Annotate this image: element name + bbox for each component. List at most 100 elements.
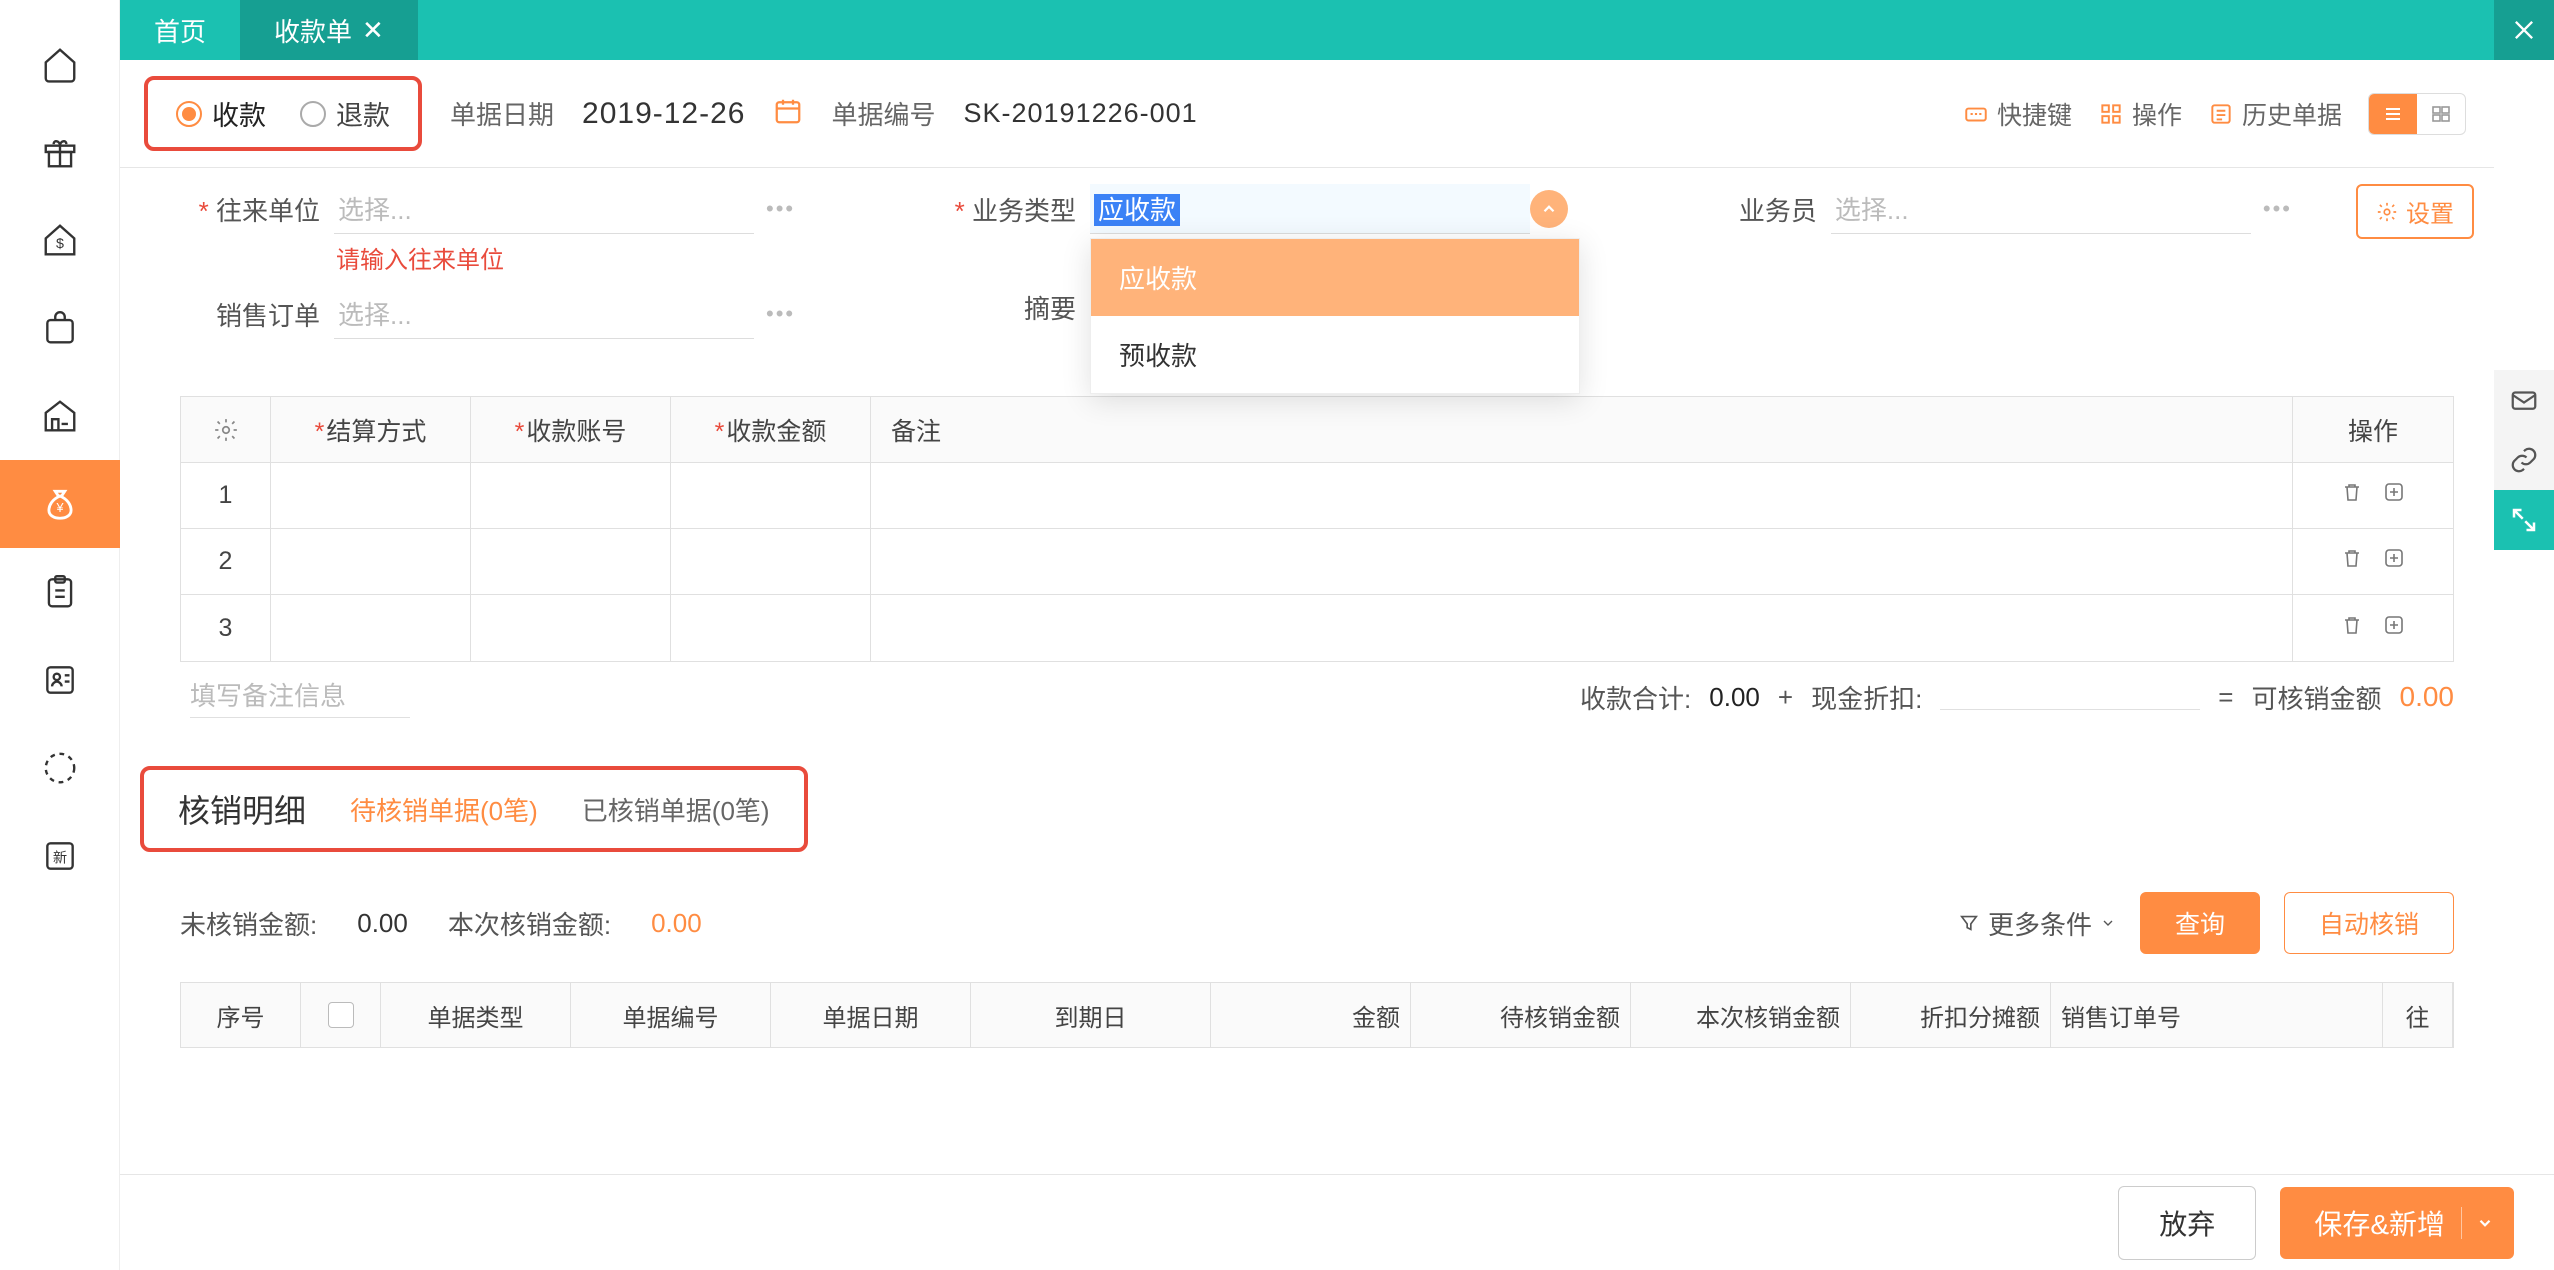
sum-value: 0.00 [1709, 682, 1760, 713]
discard-button[interactable]: 放弃 [2118, 1186, 2256, 1260]
sidebar-sync-icon[interactable] [0, 724, 120, 812]
detail-table: 结算方式 收款账号 收款金额 备注 操作 1 2 3 [180, 396, 2454, 662]
radio-receipt[interactable]: 收款 [176, 94, 266, 133]
wo-col-this: 本次核销金额 [1631, 983, 1851, 1047]
salesman-more-icon[interactable]: ••• [2263, 196, 2292, 222]
doc-no-value: SK-20191226-001 [964, 98, 1198, 129]
save-dropdown-chevron-icon[interactable] [2461, 1207, 2494, 1239]
sidebar-bag-icon[interactable] [0, 284, 120, 372]
biztype-option-receivable[interactable]: 应收款 [1091, 239, 1579, 316]
biztype-input[interactable]: 应收款 [1090, 184, 1530, 234]
operate-action[interactable]: 操作 [2098, 96, 2182, 132]
save-and-new-button[interactable]: 保存&新增 [2280, 1187, 2514, 1259]
sum-label: 收款合计: [1580, 679, 1691, 716]
right-expand-icon[interactable] [2494, 490, 2554, 550]
sidebar-contacts-icon[interactable] [0, 636, 120, 724]
wo-col-disc: 折扣分摊额 [1851, 983, 2051, 1047]
top-tab-bar: 首页 收款单 ✕ [120, 0, 2554, 60]
writeoff-tab-done[interactable]: 已核销单据(0笔) [582, 791, 770, 828]
col-ops: 操作 [2293, 397, 2453, 462]
biztype-option-advance[interactable]: 预收款 [1091, 316, 1579, 393]
sidebar-clipboard-icon[interactable] [0, 548, 120, 636]
wo-col-extra: 往 [2383, 983, 2453, 1047]
wo-col-due: 到期日 [971, 983, 1211, 1047]
unwritten-label: 未核销金额: [180, 905, 317, 942]
partner-more-icon[interactable]: ••• [766, 196, 795, 222]
salesman-label: 业务员 [1672, 191, 1817, 228]
svg-text:$: $ [56, 236, 64, 252]
row-add-icon[interactable] [2382, 546, 2406, 577]
writeoff-table: 序号 单据类型 单据编号 单据日期 到期日 金额 待核销金额 本次核销金额 折扣… [180, 982, 2454, 1048]
toolbar-right-actions: 快捷键 操作 历史单据 [1963, 93, 2466, 135]
writeoff-section: 核销明细 待核销单据(0笔) 已核销单据(0笔) 未核销金额: 0.00 本次核… [140, 766, 2454, 1048]
summary-label: 摘要 [916, 289, 1076, 326]
footer-bar: 放弃 保存&新增 [120, 1174, 2554, 1270]
table-row: 2 [181, 529, 2453, 595]
history-action[interactable]: 历史单据 [2208, 96, 2342, 132]
salesman-input[interactable]: 选择... [1831, 184, 2251, 234]
close-tab-icon[interactable]: ✕ [362, 15, 384, 46]
doc-no-label: 单据编号 [831, 95, 935, 132]
more-conditions-button[interactable]: 更多条件 [1958, 905, 2116, 942]
view-toggle [2368, 93, 2466, 135]
partner-input[interactable]: 选择... [334, 184, 754, 234]
form-area: 往来单位 选择... ••• 业务类型 应收款 应收款 预收款 业务员 选择..… [160, 184, 2474, 349]
cash-discount-label: 现金折扣: [1811, 679, 1922, 716]
settings-button[interactable]: 设置 [2356, 184, 2474, 239]
row-delete-icon[interactable] [2340, 546, 2364, 577]
tab-home[interactable]: 首页 [120, 0, 240, 60]
right-link-icon[interactable] [2494, 430, 2554, 490]
wo-col-seq: 序号 [181, 983, 301, 1047]
doc-date-value[interactable]: 2019-12-26 [582, 97, 745, 131]
receipt-refund-radio-group: 收款 退款 [144, 76, 422, 151]
sales-order-label: 销售订单 [160, 296, 320, 333]
biztype-chevron-up-icon[interactable] [1530, 190, 1568, 228]
window-close-button[interactable] [2494, 0, 2554, 60]
svg-text:新: 新 [52, 849, 66, 866]
left-icon-sidebar: $ ¥ 新 [0, 0, 120, 1270]
right-mail-icon[interactable] [2494, 370, 2554, 430]
sales-order-input[interactable]: 选择... [334, 289, 754, 339]
svg-text:¥: ¥ [55, 501, 64, 515]
col-config-gear-icon[interactable] [181, 397, 271, 462]
note-input[interactable]: 填写备注信息 [190, 676, 410, 718]
shortcut-action[interactable]: 快捷键 [1963, 96, 2072, 132]
partner-label: 往来单位 [160, 191, 320, 228]
sidebar-money-bag-icon[interactable]: ¥ [0, 460, 120, 548]
cash-discount-input[interactable] [1940, 684, 2200, 710]
row-add-icon[interactable] [2382, 613, 2406, 644]
doc-date-label: 单据日期 [450, 95, 554, 132]
calendar-icon[interactable] [773, 96, 803, 131]
radio-refund[interactable]: 退款 [300, 94, 390, 133]
col-account: 收款账号 [515, 412, 627, 448]
col-amount: 收款金额 [715, 412, 827, 448]
wo-col-pending: 待核销金额 [1411, 983, 1631, 1047]
tab-receipt[interactable]: 收款单 ✕ [240, 0, 418, 60]
sidebar-warehouse-icon[interactable] [0, 372, 120, 460]
writeoff-header: 核销明细 待核销单据(0笔) 已核销单据(0笔) [140, 766, 808, 852]
totals-row: 填写备注信息 收款合计: 0.00 + 现金折扣: = 可核销金额 0.00 [190, 676, 2454, 718]
query-button[interactable]: 查询 [2140, 892, 2260, 954]
view-list-icon[interactable] [2369, 94, 2417, 134]
sidebar-gift-icon[interactable] [0, 108, 120, 196]
biztype-dropdown: 应收款 预收款 [1090, 238, 1580, 394]
sales-order-more-icon[interactable]: ••• [766, 301, 795, 327]
wo-col-checkbox[interactable] [301, 983, 381, 1047]
writeoff-title: 核销明细 [178, 786, 306, 832]
wo-col-date: 单据日期 [771, 983, 971, 1047]
biztype-label: 业务类型 [916, 191, 1076, 228]
sidebar-new-icon[interactable]: 新 [0, 812, 120, 900]
table-row: 3 [181, 595, 2453, 661]
writeoff-tab-pending[interactable]: 待核销单据(0笔) [350, 791, 538, 828]
view-card-icon[interactable] [2417, 94, 2465, 134]
col-note: 备注 [871, 397, 2293, 462]
row-add-icon[interactable] [2382, 480, 2406, 511]
row-delete-icon[interactable] [2340, 613, 2364, 644]
sidebar-price-house-icon[interactable]: $ [0, 196, 120, 284]
table-row: 1 [181, 463, 2453, 529]
wo-col-no: 单据编号 [571, 983, 771, 1047]
auto-writeoff-button[interactable]: 自动核销 [2284, 892, 2454, 954]
this-writeoff-label: 本次核销金额: [448, 905, 611, 942]
row-delete-icon[interactable] [2340, 480, 2364, 511]
sidebar-home-icon[interactable] [0, 20, 120, 108]
